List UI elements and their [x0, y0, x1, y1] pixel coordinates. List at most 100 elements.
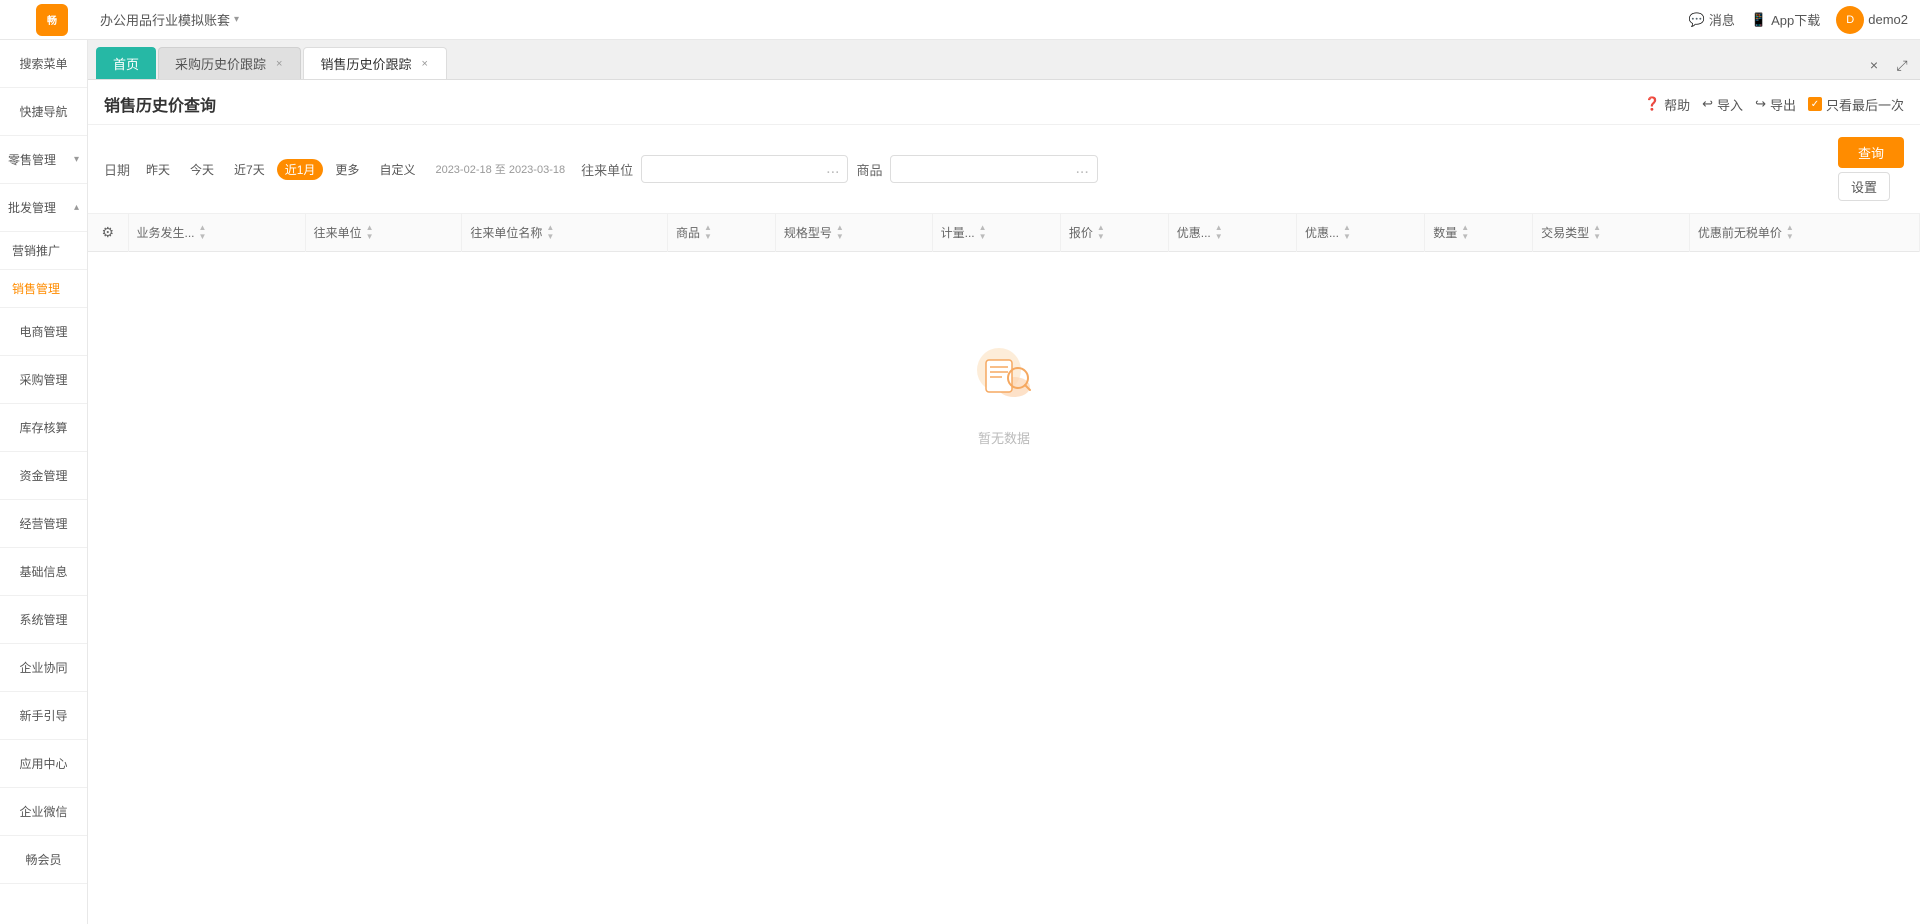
sidebar-label-finance: 资金管理 — [19, 467, 67, 484]
tab-maximize-button[interactable]: ⤢ — [1892, 55, 1912, 75]
partner-input-wrap: ... — [641, 155, 848, 183]
dropdown-title: 办公用品行业模拟账套 — [100, 10, 230, 29]
tab-home[interactable]: 首页 — [96, 47, 156, 79]
sidebar-label-sales-mgmt: 销售管理 — [12, 282, 60, 296]
sidebar-label-membership: 畅会员 — [25, 851, 61, 868]
sort-arrows-goods: ▲ ▼ — [704, 224, 712, 241]
sidebar-label-search-menu: 搜索菜单 — [19, 55, 67, 72]
chevron-up-icon: ▴ — [74, 202, 79, 213]
sort-arrows-spec: ▲ ▼ — [836, 224, 844, 241]
sidebar-item-enterprise[interactable]: 企业协同 — [0, 644, 87, 692]
tab-purchase-history-label: 采购历史价跟踪 — [175, 54, 266, 73]
page-header: 销售历史价查询 ❓ 帮助 ↩ 导入 ↪ 导出 ✓ — [88, 80, 1920, 125]
sidebar-item-basic-info[interactable]: 基础信息 — [0, 548, 87, 596]
sidebar-item-sales-mgmt[interactable]: 销售管理 — [0, 270, 87, 308]
sidebar-label-system: 系统管理 — [19, 611, 67, 628]
sidebar-item-guide[interactable]: 新手引导 — [0, 692, 87, 740]
col-quote[interactable]: 报价 ▲ ▼ — [1060, 214, 1168, 252]
col-unit[interactable]: 计量... ▲ ▼ — [932, 214, 1060, 252]
sort-arrows-pre-tax-price: ▲ ▼ — [1786, 224, 1794, 241]
date-pill-1month[interactable]: 近1月 — [277, 159, 324, 180]
sort-arrows-unit: ▲ ▼ — [979, 224, 987, 241]
col-unit-label: 计量... — [941, 224, 975, 241]
col-pre-tax-price[interactable]: 优惠前无税单价 ▲ ▼ — [1689, 214, 1919, 252]
sidebar-item-finance[interactable]: 资金管理 — [0, 452, 87, 500]
col-quantity[interactable]: 数量 ▲ ▼ — [1425, 214, 1533, 252]
sidebar-item-wechat[interactable]: 企业微信 — [0, 788, 87, 836]
tab-sales-history[interactable]: 销售历史价跟踪 × — [303, 47, 446, 79]
sort-arrows-partner-code: ▲ ▼ — [366, 224, 374, 241]
col-settings[interactable]: ⚙ — [88, 214, 128, 252]
sort-arrows-biz-date: ▲ ▼ — [199, 224, 207, 241]
sidebar-label-marketing: 营销推广 — [12, 244, 60, 258]
col-partner-code[interactable]: 往来单位 ▲ ▼ — [305, 214, 462, 252]
sidebar-label-basic-info: 基础信息 — [19, 563, 67, 580]
col-spec[interactable]: 规格型号 ▲ ▼ — [775, 214, 932, 252]
date-pill-7days[interactable]: 近7天 — [226, 159, 273, 180]
dropdown-arrow-icon[interactable]: ▾ — [234, 14, 239, 25]
search-button[interactable]: 查询 — [1838, 137, 1904, 168]
partner-input[interactable] — [650, 162, 826, 177]
col-trade-type[interactable]: 交易类型 ▲ ▼ — [1533, 214, 1690, 252]
goods-input[interactable] — [899, 162, 1075, 177]
app-download-button[interactable]: 📱 App下载 — [1751, 10, 1820, 29]
goods-input-wrap: ... — [890, 155, 1097, 183]
only-last-checkbox[interactable]: ✓ 只看最后一次 — [1808, 95, 1904, 114]
partner-dots[interactable]: ... — [826, 160, 839, 178]
tab-purchase-history[interactable]: 采购历史价跟踪 × — [158, 47, 301, 79]
tab-purchase-history-close[interactable]: × — [274, 56, 284, 72]
sidebar-item-membership[interactable]: 畅会员 — [0, 836, 87, 884]
date-pill-yesterday[interactable]: 昨天 — [138, 159, 178, 180]
settings-button[interactable]: 设置 — [1838, 172, 1890, 201]
tab-close-all-button[interactable]: × — [1864, 55, 1884, 75]
help-icon: ❓ — [1644, 96, 1660, 112]
download-icon: 📱 — [1751, 12, 1767, 28]
sidebar-item-operations[interactable]: 经营管理 — [0, 500, 87, 548]
goods-dots[interactable]: ... — [1075, 160, 1088, 178]
user-area[interactable]: D demo2 — [1836, 6, 1908, 34]
only-last-label: 只看最后一次 — [1826, 95, 1904, 114]
export-button[interactable]: ↪ 导出 — [1755, 95, 1796, 114]
chevron-down-icon: ▾ — [74, 154, 79, 165]
sidebar-item-ecommerce[interactable]: 电商管理 — [0, 308, 87, 356]
col-discount1-label: 优惠... — [1177, 224, 1211, 241]
tab-sales-history-close[interactable]: × — [419, 56, 429, 72]
sidebar-label-app-center: 应用中心 — [19, 755, 67, 772]
message-label: 消息 — [1709, 10, 1735, 29]
col-goods[interactable]: 商品 ▲ ▼ — [668, 214, 776, 252]
checkbox-icon: ✓ — [1808, 97, 1822, 111]
sidebar-item-search-menu[interactable]: 搜索菜单 — [0, 40, 87, 88]
logo-icon: 畅 — [36, 4, 68, 36]
col-partner-name-label: 往来单位名称 — [470, 224, 542, 241]
col-discount2[interactable]: 优惠... ▲ ▼ — [1296, 214, 1424, 252]
date-pill-more[interactable]: 更多 — [327, 159, 367, 180]
col-discount1[interactable]: 优惠... ▲ ▼ — [1168, 214, 1296, 252]
sidebar-label-inventory: 库存核算 — [19, 419, 67, 436]
sidebar-item-inventory[interactable]: 库存核算 — [0, 404, 87, 452]
avatar: D — [1836, 6, 1864, 34]
sidebar-item-quick-nav[interactable]: 快捷导航 — [0, 88, 87, 136]
sidebar-item-system[interactable]: 系统管理 — [0, 596, 87, 644]
help-button[interactable]: ❓ 帮助 — [1644, 95, 1690, 114]
col-goods-label: 商品 — [676, 224, 700, 241]
date-pill-custom[interactable]: 自定义 — [371, 159, 423, 180]
page-actions: ❓ 帮助 ↩ 导入 ↪ 导出 ✓ 只看最后一次 — [1644, 95, 1904, 114]
date-pill-today[interactable]: 今天 — [182, 159, 222, 180]
col-quote-label: 报价 — [1069, 224, 1093, 241]
sidebar-item-marketing[interactable]: 营销推广 — [0, 232, 87, 270]
sort-arrows-discount1: ▲ ▼ — [1215, 224, 1223, 241]
sidebar-item-app-center[interactable]: 应用中心 — [0, 740, 87, 788]
settings-gear-icon[interactable]: ⚙ — [101, 224, 114, 240]
table-header-row: ⚙ 业务发生... ▲ ▼ — [88, 214, 1920, 252]
sidebar-item-purchase[interactable]: 采购管理 — [0, 356, 87, 404]
col-partner-name[interactable]: 往来单位名称 ▲ ▼ — [462, 214, 668, 252]
help-label: 帮助 — [1664, 95, 1690, 114]
message-button[interactable]: 💬 消息 — [1689, 10, 1735, 29]
main-layout: 搜索菜单 快捷导航 零售管理 ▾ 批发管理 ▴ 营销推广 销售管理 电商管理 采… — [0, 40, 1920, 924]
col-biz-date[interactable]: 业务发生... ▲ ▼ — [128, 214, 305, 252]
export-icon: ↪ — [1755, 96, 1766, 112]
sidebar-item-retail-mgmt[interactable]: 零售管理 ▾ — [0, 136, 87, 184]
import-button[interactable]: ↩ 导入 — [1702, 95, 1743, 114]
logo-text: 畅 — [47, 12, 57, 27]
sidebar-item-wholesale-mgmt[interactable]: 批发管理 ▴ — [0, 184, 87, 232]
